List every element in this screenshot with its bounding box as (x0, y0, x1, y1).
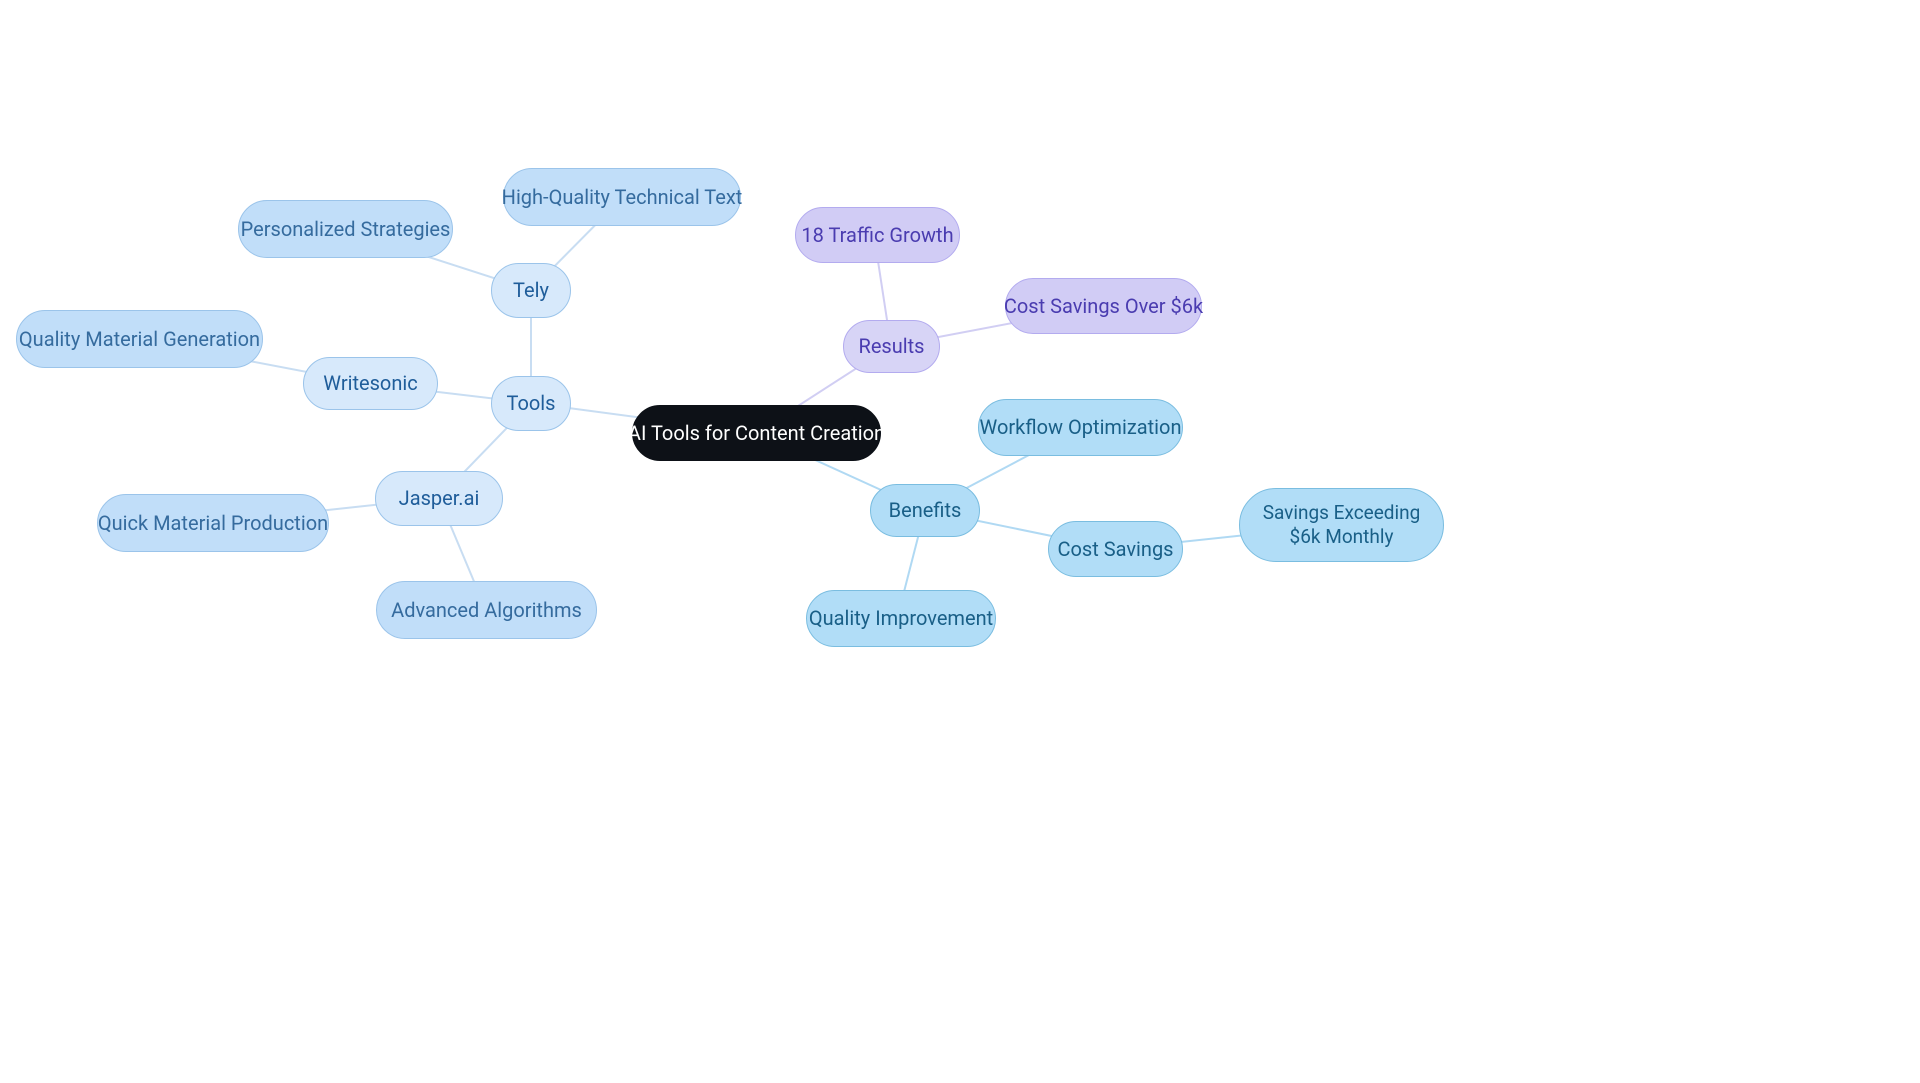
quick-production-label: Quick Material Production (98, 511, 328, 536)
traffic-growth-node[interactable]: 18 Traffic Growth (795, 207, 960, 263)
root-label: AI Tools for Content Creation (628, 421, 885, 446)
technical-text-node[interactable]: High-Quality Technical Text (503, 168, 741, 226)
quality-material-node[interactable]: Quality Material Generation (16, 310, 263, 368)
root-node[interactable]: AI Tools for Content Creation (632, 405, 881, 461)
quality-improvement-node[interactable]: Quality Improvement (806, 590, 996, 647)
results-label: Results (859, 334, 925, 359)
personalized-strategies-node[interactable]: Personalized Strategies (238, 200, 453, 258)
quality-material-label: Quality Material Generation (19, 327, 260, 352)
exceeding-savings-node[interactable]: Savings Exceeding $6k Monthly (1239, 488, 1444, 562)
jasper-label: Jasper.ai (399, 486, 480, 511)
results-node[interactable]: Results (843, 320, 940, 373)
results-savings-label: Cost Savings Over $6k (1004, 294, 1203, 319)
personalized-strategies-label: Personalized Strategies (241, 217, 451, 242)
workflow-node[interactable]: Workflow Optimization (978, 399, 1183, 456)
cost-savings-label: Cost Savings (1058, 537, 1174, 562)
exceeding-savings-label: Savings Exceeding $6k Monthly (1262, 501, 1421, 549)
results-savings-node[interactable]: Cost Savings Over $6k (1005, 278, 1202, 334)
advanced-algorithms-label: Advanced Algorithms (391, 598, 582, 623)
benefits-label: Benefits (889, 498, 962, 523)
writesonic-node[interactable]: Writesonic (303, 357, 438, 410)
jasper-node[interactable]: Jasper.ai (375, 471, 503, 526)
workflow-label: Workflow Optimization (980, 415, 1182, 440)
tools-node[interactable]: Tools (491, 376, 571, 431)
quality-improvement-label: Quality Improvement (809, 606, 993, 631)
writesonic-label: Writesonic (323, 371, 417, 396)
quick-production-node[interactable]: Quick Material Production (97, 494, 329, 552)
tely-label: Tely (513, 278, 549, 303)
tools-label: Tools (507, 391, 556, 416)
tely-node[interactable]: Tely (491, 263, 571, 318)
cost-savings-node[interactable]: Cost Savings (1048, 521, 1183, 577)
advanced-algorithms-node[interactable]: Advanced Algorithms (376, 581, 597, 639)
traffic-growth-label: 18 Traffic Growth (801, 223, 953, 248)
benefits-node[interactable]: Benefits (870, 484, 980, 537)
technical-text-label: High-Quality Technical Text (502, 185, 743, 210)
